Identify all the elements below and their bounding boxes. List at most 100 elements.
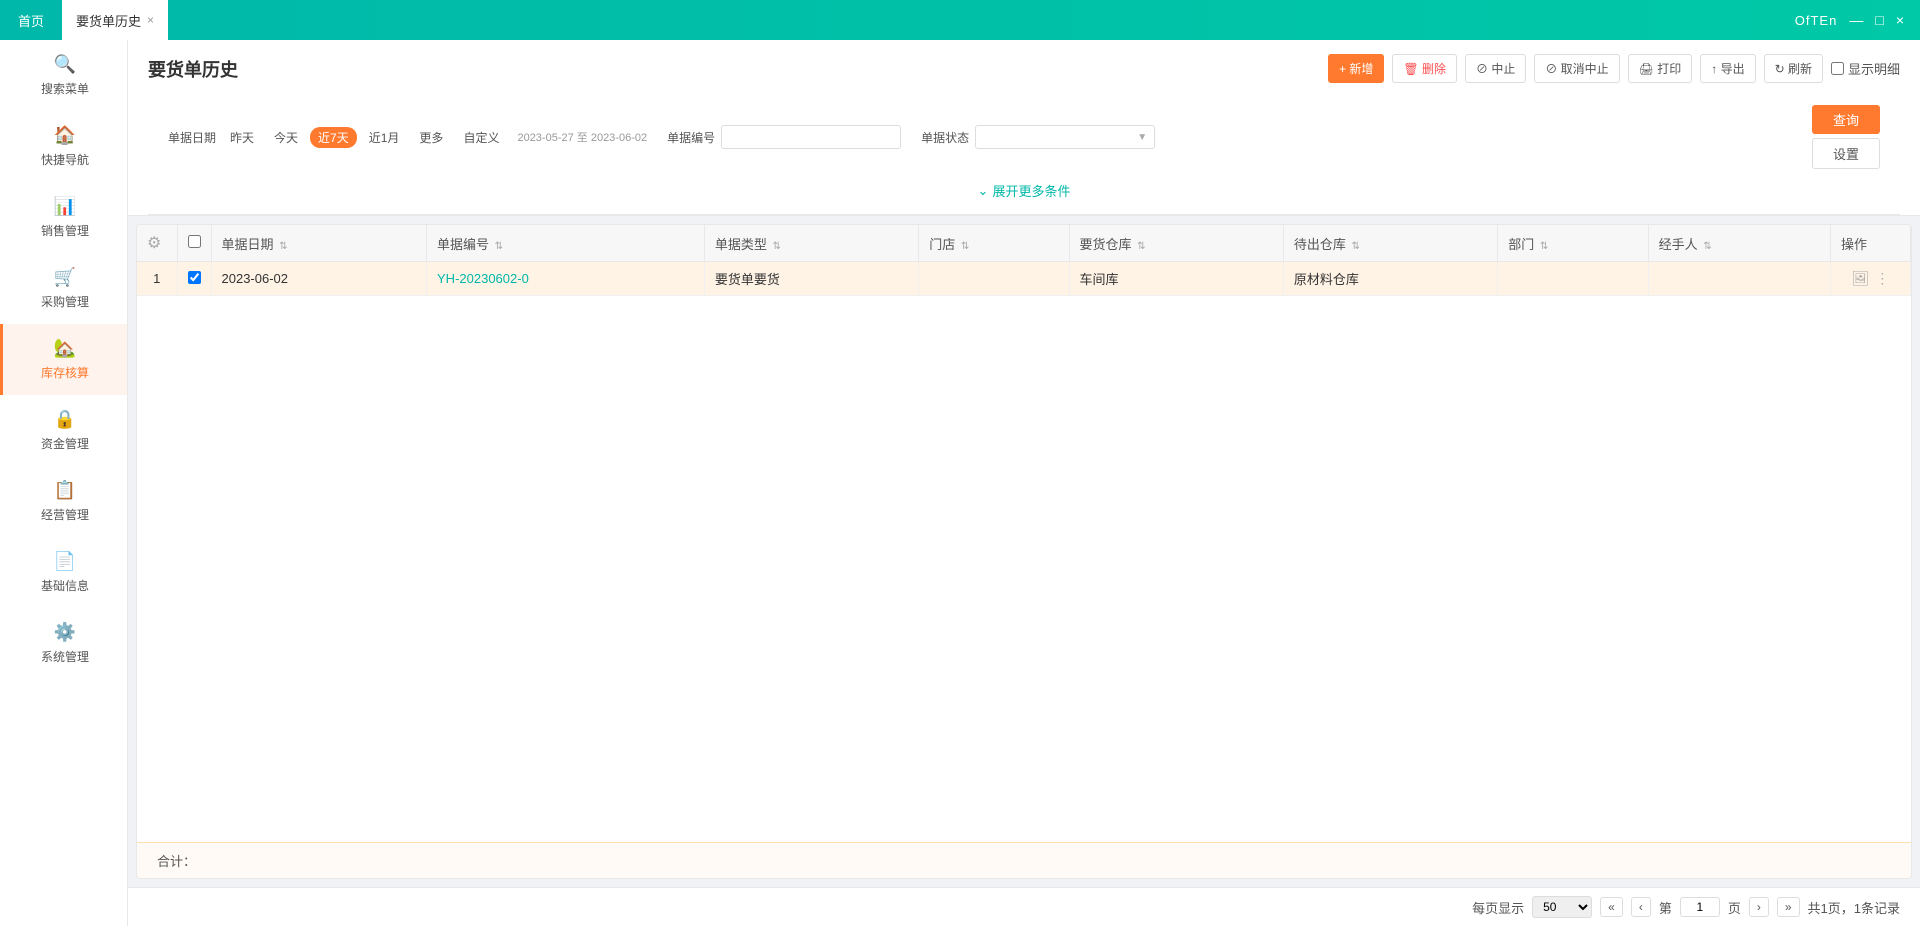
row-edit-icon[interactable]: 🖼 xyxy=(1852,270,1870,287)
status-select[interactable] xyxy=(975,125,1155,149)
col-doc-no-label: 单据编号 xyxy=(437,237,489,252)
settings-button[interactable]: 设置 xyxy=(1812,138,1880,169)
col-department[interactable]: 部门 ⇅ xyxy=(1498,225,1648,262)
row-actions-cell: 🖼 ⋮ xyxy=(1831,262,1911,296)
query-button[interactable]: 查询 xyxy=(1812,105,1880,134)
sidebar-item-basic-info[interactable]: 📄 基础信息 xyxy=(0,537,127,608)
col-req-warehouse[interactable]: 要货仓库 ⇅ xyxy=(1069,225,1283,262)
expand-more-label: 展开更多条件 xyxy=(992,181,1070,200)
display-detail-checkbox[interactable] xyxy=(1831,62,1844,75)
tab-home[interactable]: 首页 xyxy=(0,0,62,40)
filter-bar: 单据日期 昨天 今天 近7天 近1月 更多 自定义 2023-05-27 至 2… xyxy=(148,95,1900,215)
expand-more-btn[interactable]: ⌄ 展开更多条件 xyxy=(168,177,1880,204)
col-doc-no[interactable]: 单据编号 ⇅ xyxy=(427,225,705,262)
top-bar: 首页 要货单历史 × OfTEn — □ × xyxy=(0,0,1920,40)
finance-icon: 🔒 xyxy=(54,409,76,430)
col-req-warehouse-label: 要货仓库 xyxy=(1080,237,1132,252)
last-page-button[interactable]: » xyxy=(1777,897,1800,917)
chip-today[interactable]: 今天 xyxy=(266,127,306,148)
window-max-icon[interactable]: □ xyxy=(1875,12,1883,28)
doc-no-link[interactable]: YH-20230602-0 xyxy=(437,271,529,286)
gear-icon[interactable]: ⚙ xyxy=(147,235,161,252)
sidebar-item-sales[interactable]: 📊 销售管理 xyxy=(0,182,127,253)
page-header: 要货单历史 + 新增 🗑 删除 ⊘ 中止 ⊘ 取消中止 🖨 打印 ↑ 导出 ↻ … xyxy=(128,40,1920,216)
sidebar-item-system[interactable]: ⚙️ 系统管理 xyxy=(0,608,127,679)
chip-yesterday[interactable]: 昨天 xyxy=(222,127,262,148)
export-button[interactable]: ↑ 导出 xyxy=(1700,54,1755,83)
window-close-icon[interactable]: × xyxy=(1896,12,1904,28)
first-page-button[interactable]: « xyxy=(1600,897,1623,917)
query-btn-group: 查询 设置 xyxy=(1812,105,1880,169)
table-header-row: ⚙ 单据日期 ⇅ 单据编号 ⇅ xyxy=(137,225,1911,262)
operation-icon: 📋 xyxy=(54,480,76,501)
col-doc-date[interactable]: 单据日期 ⇅ xyxy=(211,225,427,262)
sidebar-item-label-nav: 快捷导航 xyxy=(41,151,89,168)
per-page-label: 每页显示 xyxy=(1472,898,1524,917)
row-checkbox-cell[interactable] xyxy=(177,262,211,296)
col-settings[interactable]: ⚙ xyxy=(137,225,177,262)
row-more-icon[interactable]: ⋮ xyxy=(1875,270,1889,287)
sidebar-item-inventory[interactable]: 🏡 库存核算 xyxy=(0,324,127,395)
status-filter-label: 单据状态 xyxy=(921,129,969,146)
per-page-select[interactable]: 20 50 100 200 xyxy=(1532,896,1592,918)
sort-icon-date: ⇅ xyxy=(279,241,287,252)
display-detail-text: 显示明细 xyxy=(1848,59,1900,78)
tab-close-icon[interactable]: × xyxy=(147,13,154,27)
page-number-input[interactable] xyxy=(1680,897,1720,917)
select-all-checkbox[interactable] xyxy=(188,235,201,248)
next-page-button[interactable]: › xyxy=(1749,897,1769,917)
prev-page-button[interactable]: ‹ xyxy=(1631,897,1651,917)
sidebar-item-operation[interactable]: 📋 经营管理 xyxy=(0,466,127,537)
row-num-cell: 1 xyxy=(137,262,177,296)
cancel-stop-button[interactable]: ⊘ 取消中止 xyxy=(1534,54,1619,83)
display-detail-label[interactable]: 显示明细 xyxy=(1831,59,1900,78)
per-page-select-wrapper: 20 50 100 200 xyxy=(1532,896,1592,918)
chip-7days[interactable]: 近7天 xyxy=(310,127,357,148)
delete-button[interactable]: 🗑 删除 xyxy=(1392,54,1457,83)
sidebar-item-label-inventory: 库存核算 xyxy=(41,364,89,381)
search-menu-icon: 🔍 xyxy=(54,54,76,75)
quick-nav-icon: 🏠 xyxy=(54,125,76,146)
sidebar-item-label-system: 系统管理 xyxy=(41,648,89,665)
filter-status-group: 单据状态 ▼ xyxy=(921,125,1155,149)
new-button[interactable]: + 新增 xyxy=(1328,54,1384,83)
row-doc-no[interactable]: YH-20230602-0 xyxy=(427,262,705,296)
chip-more[interactable]: 更多 xyxy=(411,127,451,148)
page-label: 第 xyxy=(1659,898,1672,917)
refresh-button[interactable]: ↻ 刷新 xyxy=(1764,54,1823,83)
sales-icon: 📊 xyxy=(54,196,76,217)
sidebar-item-search-menu[interactable]: 🔍 搜索菜单 xyxy=(0,40,127,111)
sidebar-item-finance[interactable]: 🔒 资金管理 xyxy=(0,395,127,466)
summary-bar: 合计： xyxy=(137,842,1911,878)
summary-label: 合计： xyxy=(157,854,196,869)
main-layout: 🔍 搜索菜单 🏠 快捷导航 📊 销售管理 🛒 采购管理 🏡 库存核算 🔒 资金管… xyxy=(0,40,1920,926)
col-department-label: 部门 xyxy=(1508,237,1534,252)
total-info: 共1页，1条记录 xyxy=(1808,898,1900,917)
sidebar-item-label-operation: 经营管理 xyxy=(41,506,89,523)
sort-icon-dept: ⇅ xyxy=(1540,241,1548,252)
data-table: ⚙ 单据日期 ⇅ 单据编号 ⇅ xyxy=(137,225,1911,296)
col-doc-type[interactable]: 单据类型 ⇅ xyxy=(704,225,918,262)
row-req-warehouse: 车间库 xyxy=(1069,262,1283,296)
chip-1month[interactable]: 近1月 xyxy=(361,127,408,148)
docno-filter-label: 单据编号 xyxy=(667,129,715,146)
sidebar-item-quick-nav[interactable]: 🏠 快捷导航 xyxy=(0,111,127,182)
col-handler[interactable]: 经手人 ⇅ xyxy=(1648,225,1830,262)
window-min-icon[interactable]: — xyxy=(1849,12,1863,28)
print-button[interactable]: 🖨 打印 xyxy=(1628,54,1693,83)
date-chips: 昨天 今天 近7天 近1月 更多 自定义 xyxy=(222,127,507,148)
status-select-wrapper: ▼ xyxy=(975,125,1155,149)
sort-icon-store: ⇅ xyxy=(961,241,969,252)
tab-active[interactable]: 要货单历史 × xyxy=(62,0,168,40)
docno-input[interactable] xyxy=(721,125,901,149)
col-store[interactable]: 门店 ⇅ xyxy=(919,225,1069,262)
page-suffix: 页 xyxy=(1728,898,1741,917)
row-checkbox[interactable] xyxy=(188,271,201,284)
brand-label: OfTEn xyxy=(1795,13,1838,28)
table-area: ⚙ 单据日期 ⇅ 单据编号 ⇅ xyxy=(136,224,1912,879)
sidebar-item-purchase[interactable]: 🛒 采购管理 xyxy=(0,253,127,324)
chip-custom[interactable]: 自定义 xyxy=(455,127,507,148)
row-dest-warehouse: 原材料仓库 xyxy=(1283,262,1497,296)
stop-button[interactable]: ⊘ 中止 xyxy=(1465,54,1526,83)
col-dest-warehouse[interactable]: 待出仓库 ⇅ xyxy=(1283,225,1497,262)
